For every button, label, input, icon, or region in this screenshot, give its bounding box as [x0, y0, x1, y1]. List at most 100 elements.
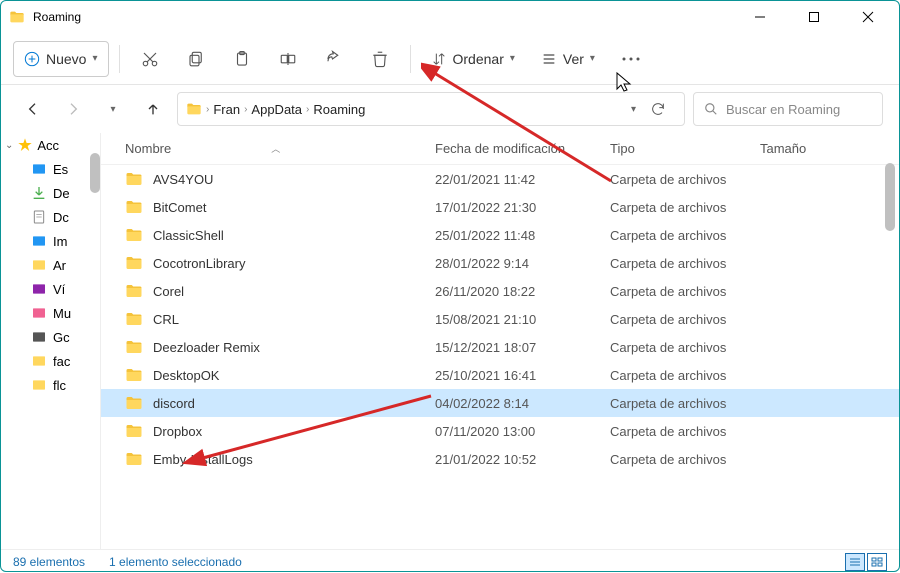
- sidebar-item[interactable]: Im: [1, 229, 100, 253]
- sort-icon: [431, 51, 447, 67]
- sidebar-item[interactable]: Gc: [1, 325, 100, 349]
- file-row[interactable]: Deezloader Remix15/12/2021 18:07Carpeta …: [101, 333, 899, 361]
- list-scrollbar[interactable]: [885, 163, 895, 231]
- refresh-icon: [650, 101, 666, 117]
- file-name: ClassicShell: [153, 228, 224, 243]
- details-icon: [849, 557, 861, 567]
- details-view-button[interactable]: [845, 553, 865, 571]
- file-row[interactable]: CRL15/08/2021 21:10Carpeta de archivos: [101, 305, 899, 333]
- file-row[interactable]: Dropbox07/11/2020 13:00Carpeta de archiv…: [101, 417, 899, 445]
- delete-button[interactable]: [360, 41, 400, 77]
- maximize-button[interactable]: [791, 1, 837, 33]
- sidebar-item-label: Gc: [53, 330, 70, 345]
- file-name: DesktopOK: [153, 368, 219, 383]
- status-bar: 89 elementos 1 elemento seleccionado: [1, 549, 899, 573]
- file-type: Carpeta de archivos: [610, 340, 760, 355]
- column-size[interactable]: Tamaño: [760, 141, 891, 156]
- view-button[interactable]: Ver ▾: [531, 41, 605, 77]
- column-type[interactable]: Tipo: [610, 141, 760, 156]
- view-mode-buttons: [845, 553, 887, 571]
- file-type: Carpeta de archivos: [610, 284, 760, 299]
- sidebar-item[interactable]: Ví: [1, 277, 100, 301]
- file-date: 15/08/2021 21:10: [435, 312, 610, 327]
- close-button[interactable]: [845, 1, 891, 33]
- chevron-down-icon: ⌄: [5, 140, 13, 151]
- sort-button[interactable]: Ordenar ▾: [421, 41, 525, 77]
- share-button[interactable]: [314, 41, 354, 77]
- file-list: Nombre︿ Fecha de modificación Tipo Tamañ…: [101, 133, 899, 549]
- file-date: 07/11/2020 13:00: [435, 424, 610, 439]
- folder-icon: [125, 450, 143, 468]
- file-row[interactable]: ClassicShell25/01/2022 11:48Carpeta de a…: [101, 221, 899, 249]
- sidebar-scrollbar[interactable]: [90, 153, 100, 193]
- folder-icon: [125, 338, 143, 356]
- view-label: Ver: [563, 51, 584, 67]
- breadcrumb-item[interactable]: AppData: [251, 102, 302, 117]
- file-row[interactable]: DesktopOK25/10/2021 16:41Carpeta de arch…: [101, 361, 899, 389]
- file-type: Carpeta de archivos: [610, 396, 760, 411]
- thumbnails-view-button[interactable]: [867, 553, 887, 571]
- folder-icon: [125, 198, 143, 216]
- main-area: ⌄ Acc EsDeDcImArVíMu Gc facflc Nombre︿ Fec…: [1, 133, 899, 549]
- sort-indicator-icon: ︿: [271, 142, 280, 155]
- file-name: Emby-InstallLogs: [153, 452, 253, 467]
- chevron-down-icon: ▾: [510, 53, 515, 64]
- up-button[interactable]: [137, 93, 169, 125]
- square-icon: [31, 161, 47, 177]
- file-row[interactable]: CocotronLibrary28/01/2022 9:14Carpeta de…: [101, 249, 899, 277]
- column-modified[interactable]: Fecha de modificación: [435, 141, 610, 156]
- copy-button[interactable]: [176, 41, 216, 77]
- file-row[interactable]: Emby-InstallLogs21/01/2022 10:52Carpeta …: [101, 445, 899, 473]
- sidebar-item[interactable]: Mu: [1, 301, 100, 325]
- search-icon: [704, 102, 718, 116]
- file-type: Carpeta de archivos: [610, 452, 760, 467]
- square-icon: [31, 281, 47, 297]
- new-button[interactable]: Nuevo ▾: [13, 41, 109, 77]
- more-icon: [622, 57, 640, 61]
- recent-button[interactable]: ▾: [97, 93, 129, 125]
- column-name[interactable]: Nombre︿: [125, 141, 435, 156]
- cut-button[interactable]: [130, 41, 170, 77]
- rename-button[interactable]: [268, 41, 308, 77]
- sidebar-item[interactable]: Dc: [1, 205, 100, 229]
- address-bar[interactable]: › Fran › AppData › Roaming ▾: [177, 92, 685, 126]
- sidebar-group-quick-access[interactable]: ⌄ Acc: [1, 133, 100, 157]
- back-button[interactable]: [17, 93, 49, 125]
- file-date: 22/01/2021 11:42: [435, 172, 610, 187]
- file-date: 04/02/2022 8:14: [435, 396, 610, 411]
- file-type: Carpeta de archivos: [610, 172, 760, 187]
- forward-button[interactable]: [57, 93, 89, 125]
- clipboard-icon: [233, 50, 251, 68]
- chevron-down-icon: ▾: [590, 53, 595, 64]
- sidebar-item[interactable]: Ar: [1, 253, 100, 277]
- file-type: Carpeta de archivos: [610, 200, 760, 215]
- file-row[interactable]: AVS4YOU22/01/2021 11:42Carpeta de archiv…: [101, 165, 899, 193]
- more-button[interactable]: [611, 41, 651, 77]
- file-row[interactable]: discord04/02/2022 8:14Carpeta de archivo…: [101, 389, 899, 417]
- chevron-down-icon[interactable]: ▾: [631, 104, 636, 115]
- breadcrumb-item[interactable]: Fran: [213, 102, 240, 117]
- folder-icon: [125, 226, 143, 244]
- folder-icon: [125, 170, 143, 188]
- sort-label: Ordenar: [453, 51, 504, 67]
- square-icon: [31, 377, 47, 393]
- minimize-button[interactable]: [737, 1, 783, 33]
- file-row[interactable]: Corel26/11/2020 18:22Carpeta de archivos: [101, 277, 899, 305]
- refresh-button[interactable]: [640, 92, 676, 126]
- sidebar-item[interactable]: De: [1, 181, 100, 205]
- search-box[interactable]: Buscar en Roaming: [693, 92, 883, 126]
- search-placeholder: Buscar en Roaming: [726, 102, 840, 117]
- square-icon: [31, 329, 47, 345]
- paste-button[interactable]: [222, 41, 262, 77]
- file-row[interactable]: BitComet17/01/2022 21:30Carpeta de archi…: [101, 193, 899, 221]
- sidebar-item[interactable]: Es: [1, 157, 100, 181]
- breadcrumb-item[interactable]: Roaming: [313, 102, 365, 117]
- download-icon: [31, 185, 47, 201]
- folder-icon: [9, 9, 25, 25]
- file-date: 25/10/2021 16:41: [435, 368, 610, 383]
- navigation-row: ▾ › Fran › AppData › Roaming ▾ Buscar en…: [1, 85, 899, 133]
- sidebar-item[interactable]: flc: [1, 373, 100, 397]
- window-controls: [737, 1, 891, 33]
- folder-icon: [125, 366, 143, 384]
- sidebar-item[interactable]: fac: [1, 349, 100, 373]
